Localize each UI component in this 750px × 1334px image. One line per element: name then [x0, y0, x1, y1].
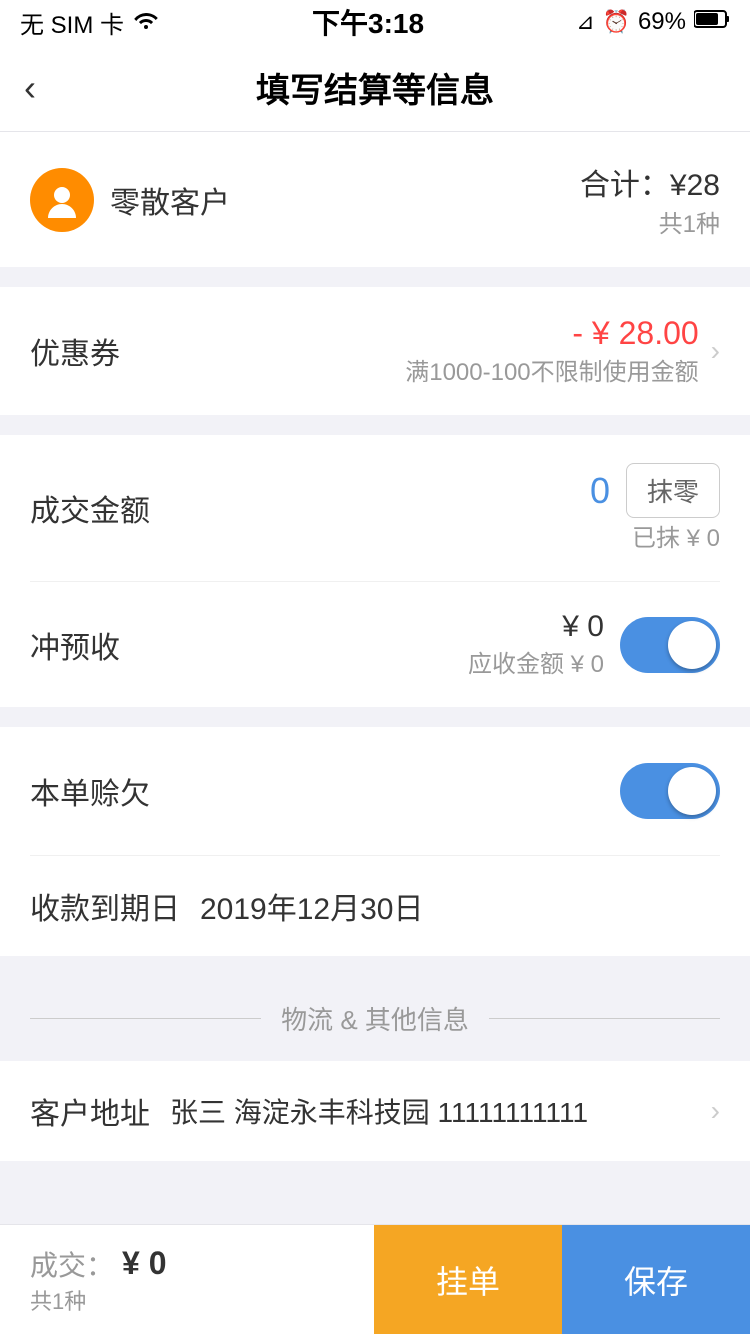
wifi-icon: [132, 8, 160, 36]
logistics-title: 物流 & 其他信息: [281, 1000, 469, 1037]
advance-toggle-knob: [668, 621, 716, 669]
customer-count: 共1种: [580, 204, 720, 239]
bottom-deal: 成交： ¥ 0: [30, 1244, 344, 1284]
save-button[interactable]: 保存: [562, 1225, 750, 1334]
status-right: ⊿ ⏰ 69%: [576, 8, 730, 36]
logistics-line-left: [30, 1018, 261, 1019]
credit-toggle-knob: [668, 767, 716, 815]
advance-right: ¥ 0 应收金额 ¥ 0: [468, 610, 720, 679]
credit-row: 本单赊欠: [0, 727, 750, 855]
content: 零散客户 合计：¥28 共1种 优惠券 - ¥ 28.00 满1000-100不…: [0, 132, 750, 1301]
advance-main-value: ¥ 0: [468, 610, 604, 644]
chevron-right-icon: ›: [711, 335, 720, 367]
status-bar: 无 SIM 卡 下午3:18 ⊿ ⏰ 69%: [0, 0, 750, 44]
bottom-count: 共1种: [30, 1284, 344, 1316]
deal-amount-right: 抹零 已抹 ¥ 0: [530, 463, 720, 553]
bottom-bar: 成交： ¥ 0 共1种 挂单 保存: [0, 1224, 750, 1334]
logistics-header: 物流 & 其他信息: [0, 976, 750, 1061]
battery-icon: [694, 8, 730, 36]
advance-toggle[interactable]: [620, 617, 720, 673]
deal-amount-row: 成交金额 抹零 已抹 ¥ 0: [0, 435, 750, 581]
coupon-section[interactable]: 优惠券 - ¥ 28.00 满1000-100不限制使用金额 ›: [0, 287, 750, 415]
coupon-desc: 满1000-100不限制使用金额: [405, 352, 698, 387]
status-time: 下午3:18: [312, 2, 424, 42]
pending-button[interactable]: 挂单: [374, 1225, 562, 1334]
back-button[interactable]: ‹: [24, 67, 36, 109]
duedate-row: 收款到期日 2019年12月30日: [0, 856, 750, 956]
status-left: 无 SIM 卡: [20, 5, 160, 40]
page-title: 填写结算等信息: [256, 63, 494, 112]
credit-toggle[interactable]: [620, 763, 720, 819]
logistics-section: 物流 & 其他信息: [0, 976, 750, 1061]
address-section[interactable]: 客户地址 张三 海淀永丰科技园 11111111111 ›: [0, 1061, 750, 1161]
credit-section: 本单赊欠 收款到期日 2019年12月30日: [0, 727, 750, 956]
nav-bar: ‹ 填写结算等信息: [0, 44, 750, 132]
address-chevron-icon: ›: [711, 1095, 720, 1127]
customer-avatar: [30, 168, 94, 232]
coupon-value: - ¥ 28.00 满1000-100不限制使用金额: [405, 315, 698, 387]
bottom-info: 成交： ¥ 0 共1种: [0, 1244, 374, 1316]
bottom-deal-value: ¥ 0: [122, 1245, 166, 1282]
customer-left: 零散客户: [30, 168, 230, 232]
address-label: 客户地址: [30, 1089, 150, 1133]
deal-amount-label: 成交金额: [30, 486, 150, 530]
round-zero-button[interactable]: 抹零: [626, 463, 720, 518]
coupon-label: 优惠券: [30, 329, 120, 373]
coupon-right: - ¥ 28.00 满1000-100不限制使用金额 ›: [405, 315, 720, 387]
advance-value: ¥ 0 应收金额 ¥ 0: [468, 610, 604, 679]
deal-amount-input[interactable]: [530, 470, 610, 512]
duedate-value: 2019年12月30日: [200, 884, 423, 928]
coupon-amount: - ¥ 28.00: [405, 315, 698, 352]
advance-row: 冲预收 ¥ 0 应收金额 ¥ 0: [0, 582, 750, 707]
deal-section: 成交金额 抹零 已抹 ¥ 0 冲预收 ¥ 0 应收金额 ¥ 0: [0, 435, 750, 707]
customer-section: 零散客户 合计：¥28 共1种: [0, 132, 750, 267]
location-icon: ⊿: [576, 9, 594, 35]
customer-total: 合计：¥28: [580, 160, 720, 204]
address-value: 张三 海淀永丰科技园 11111111111: [170, 1091, 711, 1131]
deal-right-row: 抹零: [530, 463, 720, 518]
credit-label: 本单赊欠: [30, 769, 150, 813]
no-sim-text: 无 SIM 卡: [20, 5, 124, 40]
battery-text: 69%: [638, 8, 686, 36]
customer-right: 合计：¥28 共1种: [580, 160, 720, 239]
bottom-deal-label: 成交：: [30, 1244, 114, 1284]
advance-sub-value: 应收金额 ¥ 0: [468, 644, 604, 679]
customer-name: 零散客户: [110, 178, 230, 222]
advance-label: 冲预收: [30, 623, 120, 667]
deal-amount-sub: 已抹 ¥ 0: [530, 518, 720, 553]
logistics-line-right: [489, 1018, 720, 1019]
alarm-icon: ⏰: [603, 9, 630, 35]
address-row[interactable]: 客户地址 张三 海淀永丰科技园 11111111111 ›: [0, 1061, 750, 1161]
duedate-label: 收款到期日: [30, 884, 180, 928]
